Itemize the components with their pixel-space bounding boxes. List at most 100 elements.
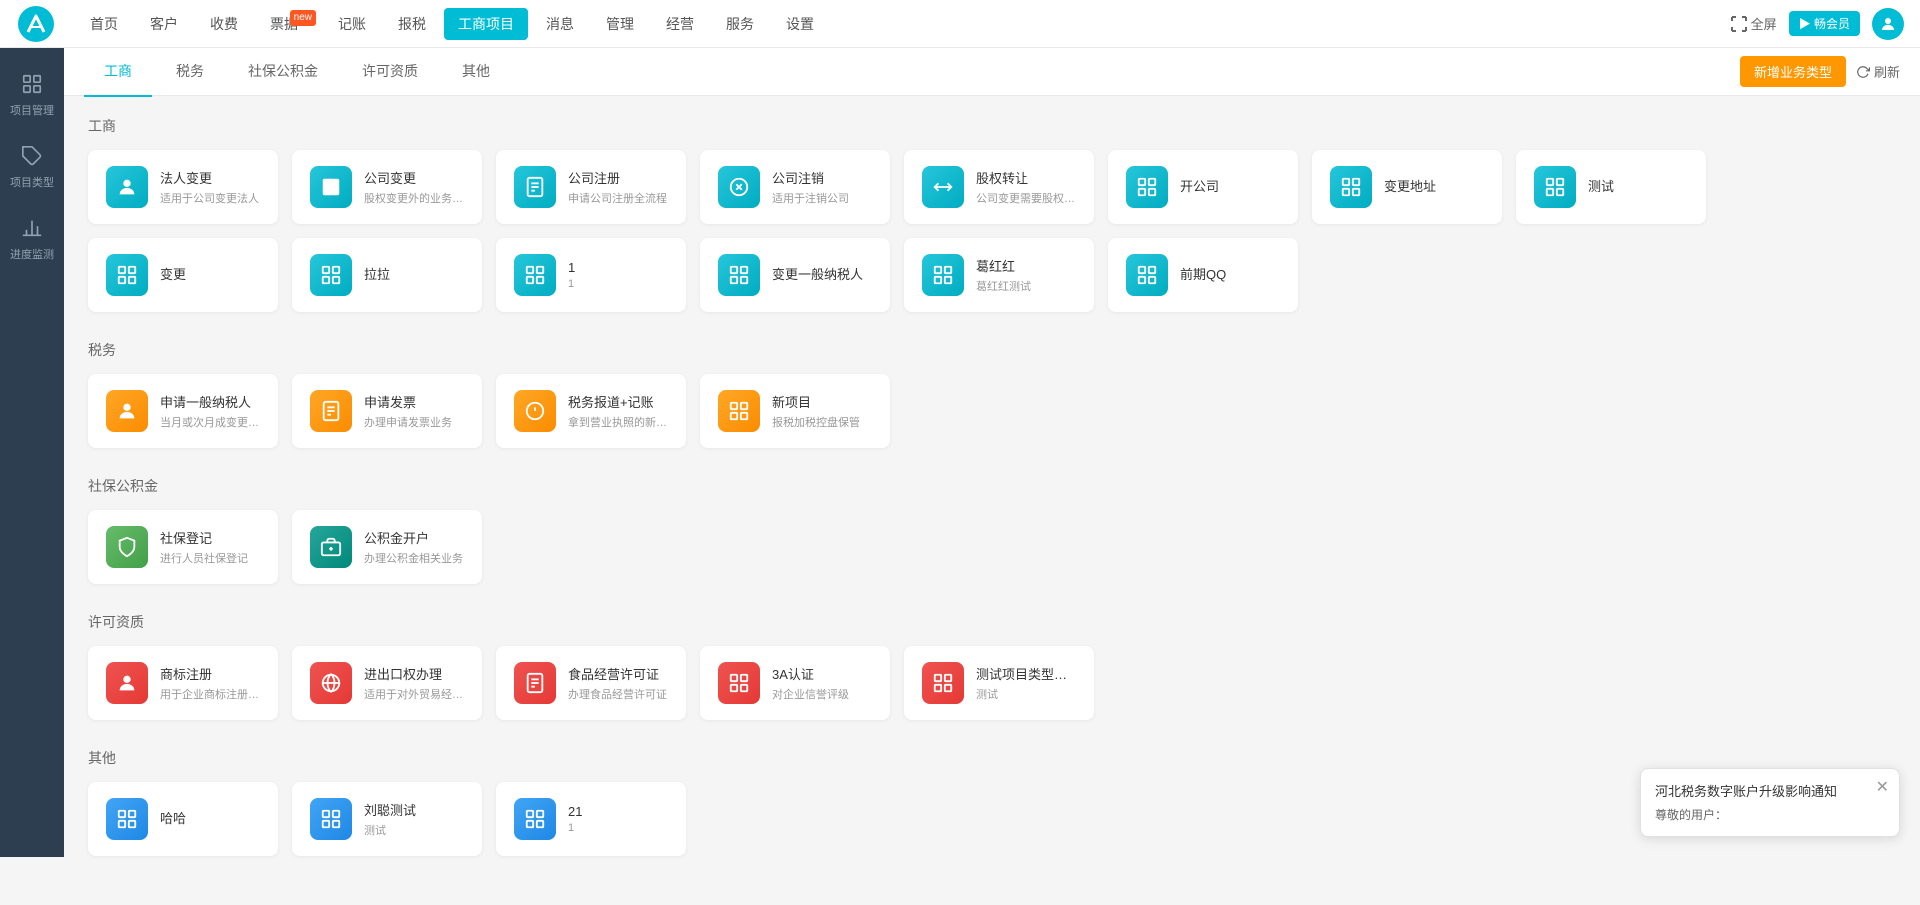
card-lala[interactable]: 拉拉 (292, 238, 482, 312)
card-text-qqearly: 前期QQ (1180, 264, 1280, 286)
card-text-equity-transfer: 股权转让 公司变更需要股权转让 (976, 168, 1076, 206)
card-test-type[interactable]: 测试项目类型目定义 测试 (904, 646, 1094, 720)
card-desc-gehonghong: 葛红红测试 (976, 278, 1076, 294)
card-desc-import-export: 适用于对外贸易经营者 (364, 686, 464, 702)
card-company-register[interactable]: 公司注册 申请公司注册全流程 (496, 150, 686, 224)
card-name-lala: 拉拉 (364, 264, 464, 283)
card-desc-apply-invoice: 办理申请发票业务 (364, 414, 464, 430)
avatar[interactable] (1872, 8, 1904, 40)
card-text-one: 1 1 (568, 260, 668, 290)
card-food-license[interactable]: 食品经营许可证 办理食品经营许可证 (496, 646, 686, 720)
nav-items: 首页 客户 收费 票据 new 记账 报税 工商项目 消息 管理 经营 服务 设… (76, 8, 1731, 40)
fullscreen-label: 全屏 (1751, 14, 1777, 33)
top-nav: 首页 客户 收费 票据 new 记账 报税 工商项目 消息 管理 经营 服务 设… (0, 0, 1920, 48)
fullscreen-btn[interactable]: 全屏 (1731, 14, 1777, 33)
nav-customer[interactable]: 客户 (136, 8, 192, 40)
nav-settings[interactable]: 设置 (772, 8, 828, 40)
card-new-project[interactable]: 新项目 报税加税控盘保管 (700, 374, 890, 448)
nav-operation[interactable]: 经营 (652, 8, 708, 40)
tab-license[interactable]: 许可资质 (342, 47, 438, 97)
card-text-21: 21 1 (568, 804, 668, 834)
section-title-tax: 税务 (88, 340, 1896, 360)
card-liucong[interactable]: 刘聪测试 测试 (292, 782, 482, 856)
card-icon-liucong (310, 798, 352, 840)
card-desc-food-license: 办理食品经营许可证 (568, 686, 668, 702)
new-type-button[interactable]: 新增业务类型 (1740, 56, 1846, 87)
sidebar-item-project-manage[interactable]: 项目管理 (0, 58, 64, 130)
card-text-new-project: 新项目 报税加税控盘保管 (772, 392, 872, 430)
card-social-insurance[interactable]: 社保登记 进行人员社保登记 (88, 510, 278, 584)
card-import-export[interactable]: 进出口权办理 适用于对外贸易经营者 (292, 646, 482, 720)
nav-home[interactable]: 首页 (76, 8, 132, 40)
card-text-legal-change: 法人变更 适用于公司变更法人 (160, 168, 260, 206)
card-provident-fund[interactable]: 公积金开户 办理公积金相关业务 (292, 510, 482, 584)
logo[interactable] (16, 4, 56, 44)
card-equity-transfer[interactable]: 股权转让 公司变更需要股权转让 (904, 150, 1094, 224)
card-name-qqearly: 前期QQ (1180, 264, 1280, 283)
card-apply-invoice[interactable]: 申请发票 办理申请发票业务 (292, 374, 482, 448)
card-text-test1: 测试 (1588, 176, 1688, 198)
cards-grid-tax: 申请一般纳税人 当月或次月成变更完成 申请发票 办理申请发票业务 税务报道+ (88, 374, 1896, 448)
nav-industry[interactable]: 工商项目 (444, 8, 528, 40)
card-one[interactable]: 1 1 (496, 238, 686, 312)
nav-message[interactable]: 消息 (532, 8, 588, 40)
tab-social[interactable]: 社保公积金 (228, 47, 338, 97)
card-name-apply-invoice: 申请发票 (364, 392, 464, 411)
card-haha[interactable]: 哈哈 (88, 782, 278, 856)
sidebar-item-progress[interactable]: 进度监测 (0, 202, 64, 274)
tab-industry[interactable]: 工商 (84, 47, 152, 97)
cards-grid-industry: 法人变更 适用于公司变更法人 公司变更 股权变更外的业务变更 (88, 150, 1896, 312)
tab-other[interactable]: 其他 (442, 47, 510, 97)
card-icon-test1 (1534, 166, 1576, 208)
nav-tax[interactable]: 报税 (384, 8, 440, 40)
card-qqearly[interactable]: 前期QQ (1108, 238, 1298, 312)
card-name-change-taxpayer: 变更一般纳税人 (772, 264, 872, 283)
card-name-one: 1 (568, 260, 668, 275)
refresh-button[interactable]: 刷新 (1856, 62, 1900, 81)
card-desc-company-cancel: 适用于注销公司 (772, 190, 872, 206)
notification-content: 尊敬的用户： (1655, 806, 1885, 824)
card-company-change[interactable]: 公司变更 股权变更外的业务变更 (292, 150, 482, 224)
card-icon-company-change (310, 166, 352, 208)
card-trademark[interactable]: 商标注册 用于企业商标注册服务 (88, 646, 278, 720)
user-icon (1879, 15, 1897, 33)
nav-manage[interactable]: 管理 (592, 8, 648, 40)
card-text-provident-fund: 公积金开户 办理公积金相关业务 (364, 528, 464, 566)
tab-tax[interactable]: 税务 (156, 47, 224, 97)
card-name-tax-report: 税务报道+记账 (568, 392, 668, 411)
nav-fee[interactable]: 收费 (196, 8, 252, 40)
card-name-equity-transfer: 股权转让 (976, 168, 1076, 187)
card-text-change: 变更 (160, 264, 260, 286)
section-title-social: 社保公积金 (88, 476, 1896, 496)
card-change-taxpayer[interactable]: 变更一般纳税人 (700, 238, 890, 312)
card-legal-change[interactable]: 法人变更 适用于公司变更法人 (88, 150, 278, 224)
card-desc-test-type: 测试 (976, 686, 1076, 702)
play-icon: ▶ (1799, 17, 1811, 31)
card-test1[interactable]: 测试 (1516, 150, 1706, 224)
card-company-cancel[interactable]: 公司注销 适用于注销公司 (700, 150, 890, 224)
sidebar-item-project-type[interactable]: 项目类型 (0, 130, 64, 202)
nav-ticket[interactable]: 票据 new (256, 8, 320, 40)
card-text-test-type: 测试项目类型目定义 测试 (976, 664, 1076, 702)
nav-accounting[interactable]: 记账 (324, 8, 380, 40)
card-21[interactable]: 21 1 (496, 782, 686, 856)
card-name-test-type: 测试项目类型目定义 (976, 664, 1076, 683)
card-change-address[interactable]: 变更地址 (1312, 150, 1502, 224)
card-text-change-taxpayer: 变更一般纳税人 (772, 264, 872, 286)
tabs-bar: 工商 税务 社保公积金 许可资质 其他 新增业务类型 刷新 (64, 48, 1920, 96)
card-icon-change-address (1330, 166, 1372, 208)
notification-close[interactable]: ✕ (1876, 777, 1889, 797)
card-apply-taxpayer[interactable]: 申请一般纳税人 当月或次月成变更完成 (88, 374, 278, 448)
nav-service[interactable]: 服务 (712, 8, 768, 40)
card-tax-report[interactable]: 税务报道+记账 拿到营业执照的新公司 (496, 374, 686, 448)
tabs-actions: 新增业务类型 刷新 (1740, 56, 1900, 87)
member-btn[interactable]: ▶ 畅会员 (1789, 11, 1860, 36)
card-change[interactable]: 变更 (88, 238, 278, 312)
card-gehonghong[interactable]: 葛红红 葛红红测试 (904, 238, 1094, 312)
sidebar-label-0: 项目管理 (10, 102, 54, 118)
card-text-liucong: 刘聪测试 测试 (364, 800, 464, 838)
card-name-21: 21 (568, 804, 668, 819)
sidebar-label-2: 进度监测 (10, 246, 54, 262)
card-open-company[interactable]: 开公司 (1108, 150, 1298, 224)
card-3a-cert[interactable]: 3A认证 对企业信誉评级 (700, 646, 890, 720)
